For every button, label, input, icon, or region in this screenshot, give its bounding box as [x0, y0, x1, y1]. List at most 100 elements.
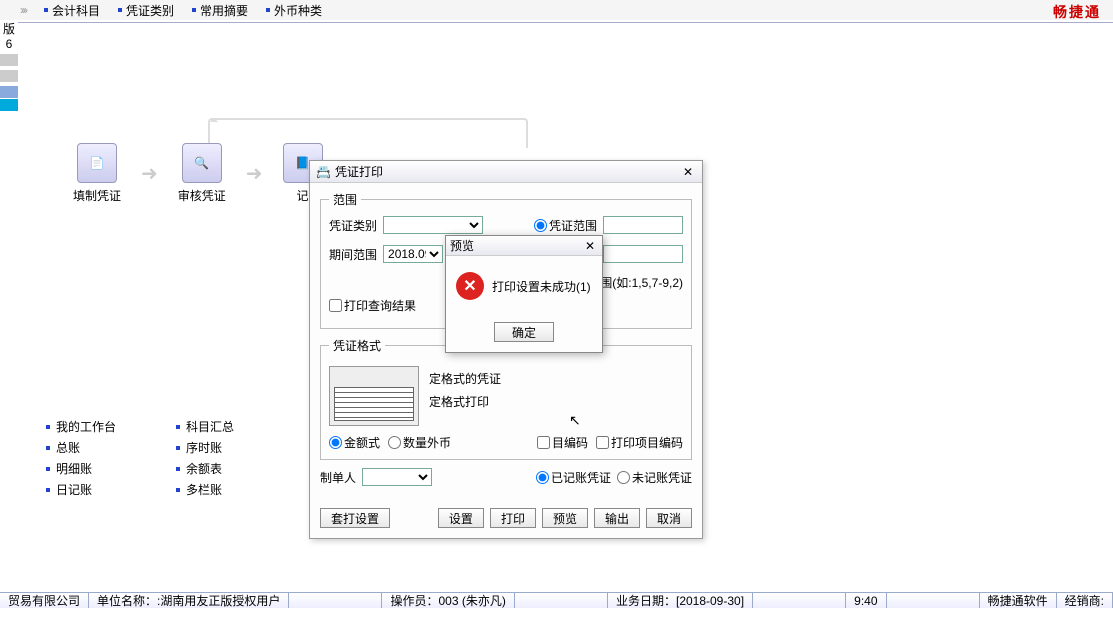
nav-label: 日记账	[56, 481, 92, 498]
bullet-icon	[192, 8, 196, 12]
voucher-type-select[interactable]	[383, 216, 483, 234]
error-icon	[456, 272, 484, 300]
format-text: 定格式的凭证	[429, 370, 501, 387]
bullet-icon	[46, 488, 50, 492]
toolbar-item-common-summary[interactable]: 常用摘要	[184, 2, 256, 19]
status-company: 贸易有限公司	[0, 593, 89, 608]
nav-label: 余额表	[186, 460, 222, 477]
export-button[interactable]: 输出	[594, 508, 640, 528]
bullet-icon	[176, 425, 180, 429]
settings-button[interactable]: 设置	[438, 508, 484, 528]
nav-label: 我的工作台	[56, 418, 116, 435]
period-label: 期间范围	[329, 246, 377, 263]
nav-item-detail[interactable]: 明细账	[46, 460, 116, 477]
nav-item-chrono[interactable]: 序时账	[176, 439, 234, 456]
message-text: 打印设置未成功(1)	[492, 278, 591, 295]
template-button[interactable]: 套打设置	[320, 508, 390, 528]
print-item-checkbox[interactable]: 打印项目编码	[596, 434, 683, 451]
nav-col-2: 科目汇总 序时账 余额表 多栏账	[176, 418, 234, 498]
period-from-select[interactable]: 2018.09	[383, 245, 443, 263]
statusbar: 贸易有限公司 单位名称：:湖南用友正版授权用户 操作员：003 (朱亦凡) 业务…	[0, 592, 1113, 608]
message-titlebar[interactable]: 预览 ✕	[446, 236, 602, 256]
dialog-footer: 套打设置 设置 打印 预览 输出 取消	[310, 504, 702, 538]
bullet-icon	[44, 8, 48, 12]
nav-item-balance[interactable]: 余额表	[176, 460, 234, 477]
toolbar-item-account-subject[interactable]: 会计科目	[36, 2, 108, 19]
left-strip	[0, 54, 18, 629]
nav-item-subject-summary[interactable]: 科目汇总	[176, 418, 234, 435]
print-code-checkbox[interactable]: 目编码	[537, 434, 588, 451]
maker-select[interactable]	[362, 468, 432, 486]
toolbar-label: 凭证类别	[126, 2, 174, 19]
left-version-label: 版 6	[0, 20, 18, 51]
toolbar-label: 外币种类	[274, 2, 322, 19]
toolbar-label: 会计科目	[52, 2, 100, 19]
workflow-node-audit[interactable]: 🔍 审核凭证	[178, 143, 226, 204]
amount-format-radio[interactable]: 金额式	[329, 434, 380, 451]
arrow-right-icon: ➜	[246, 161, 263, 186]
workflow: 📄 填制凭证 ➜ 🔍 审核凭证 ➜ 📘 记	[73, 143, 323, 204]
nav-label: 科目汇总	[186, 418, 234, 435]
range-legend: 范围	[329, 191, 361, 208]
bullet-icon	[46, 446, 50, 450]
qty-fx-radio[interactable]: 数量外币	[388, 434, 451, 451]
format-preview	[329, 366, 419, 426]
dialog-icon: 📇	[316, 165, 331, 179]
close-icon[interactable]: ✕	[680, 164, 696, 180]
nav-section: 我的工作台 总账 明细账 日记账 科目汇总 序时账 余额表 多栏账	[46, 418, 234, 498]
nav-item-journal[interactable]: 日记账	[46, 481, 116, 498]
toolbar-item-voucher-type[interactable]: 凭证类别	[110, 2, 182, 19]
toolbar-item-foreign-currency[interactable]: 外币种类	[258, 2, 330, 19]
workflow-label: 填制凭证	[73, 187, 121, 204]
preview-button[interactable]: 预览	[542, 508, 588, 528]
bullet-icon	[266, 8, 270, 12]
message-title: 预览	[450, 237, 474, 254]
chevrons-icon: ›››	[20, 3, 26, 17]
nav-label: 总账	[56, 439, 80, 456]
print-button[interactable]: 打印	[490, 508, 536, 528]
dialog-titlebar[interactable]: 📇 凭证打印 ✕	[310, 161, 702, 183]
status-time: 9:40	[846, 593, 886, 608]
status-operator: 操作员：003 (朱亦凡)	[382, 593, 514, 608]
nav-label: 序时账	[186, 439, 222, 456]
bullet-icon	[176, 488, 180, 492]
nav-label: 明细账	[56, 460, 92, 477]
workflow-node-create[interactable]: 📄 填制凭证	[73, 143, 121, 204]
posted-radio[interactable]: 已记账凭证	[536, 469, 611, 486]
status-bizdate: 业务日期：[2018-09-30]	[608, 593, 753, 608]
voucher-range-input[interactable]	[603, 216, 683, 234]
cancel-button[interactable]: 取消	[646, 508, 692, 528]
bullet-icon	[176, 446, 180, 450]
message-body: 打印设置未成功(1)	[446, 256, 602, 316]
brand-cn: 畅捷通	[1053, 2, 1101, 22]
nav-item-multicol[interactable]: 多栏账	[176, 481, 234, 498]
audit-icon: 🔍	[182, 143, 222, 183]
toolbar-label: 常用摘要	[200, 2, 248, 19]
print-query-checkbox[interactable]: 打印查询结果	[329, 297, 416, 314]
format-text: 定格式打印	[429, 393, 501, 410]
bullet-icon	[46, 425, 50, 429]
dialog-title: 凭证打印	[335, 163, 383, 180]
top-toolbar: ››› 会计科目 凭证类别 常用摘要 外币种类	[0, 0, 1113, 20]
maker-label: 制单人	[320, 469, 356, 486]
status-software: 畅捷通软件	[980, 593, 1057, 608]
bullet-icon	[176, 467, 180, 471]
ok-button[interactable]: 确定	[494, 322, 554, 342]
current-voucher-input[interactable]	[603, 245, 683, 263]
arrow-right-icon: ➜	[141, 161, 158, 186]
format-fieldset: 凭证格式 定格式的凭证 定格式打印 金额式 数量外币 目编码 打印项目编码	[320, 337, 692, 460]
nav-item-workbench[interactable]: 我的工作台	[46, 418, 116, 435]
close-icon[interactable]: ✕	[582, 238, 598, 254]
nav-label: 多栏账	[186, 481, 222, 498]
voucher-range-radio[interactable]: 凭证范围	[534, 217, 597, 234]
nav-col-1: 我的工作台 总账 明细账 日记账	[46, 418, 116, 498]
voucher-type-label: 凭证类别	[329, 217, 377, 234]
document-icon: 📄	[77, 143, 117, 183]
unposted-radio[interactable]: 未记账凭证	[617, 469, 692, 486]
bullet-icon	[46, 467, 50, 471]
nav-item-ledger[interactable]: 总账	[46, 439, 116, 456]
status-unit: 单位名称：:湖南用友正版授权用户	[89, 593, 289, 608]
workflow-label: 审核凭证	[178, 187, 226, 204]
bullet-icon	[118, 8, 122, 12]
status-agent: 经销商:	[1057, 593, 1113, 608]
